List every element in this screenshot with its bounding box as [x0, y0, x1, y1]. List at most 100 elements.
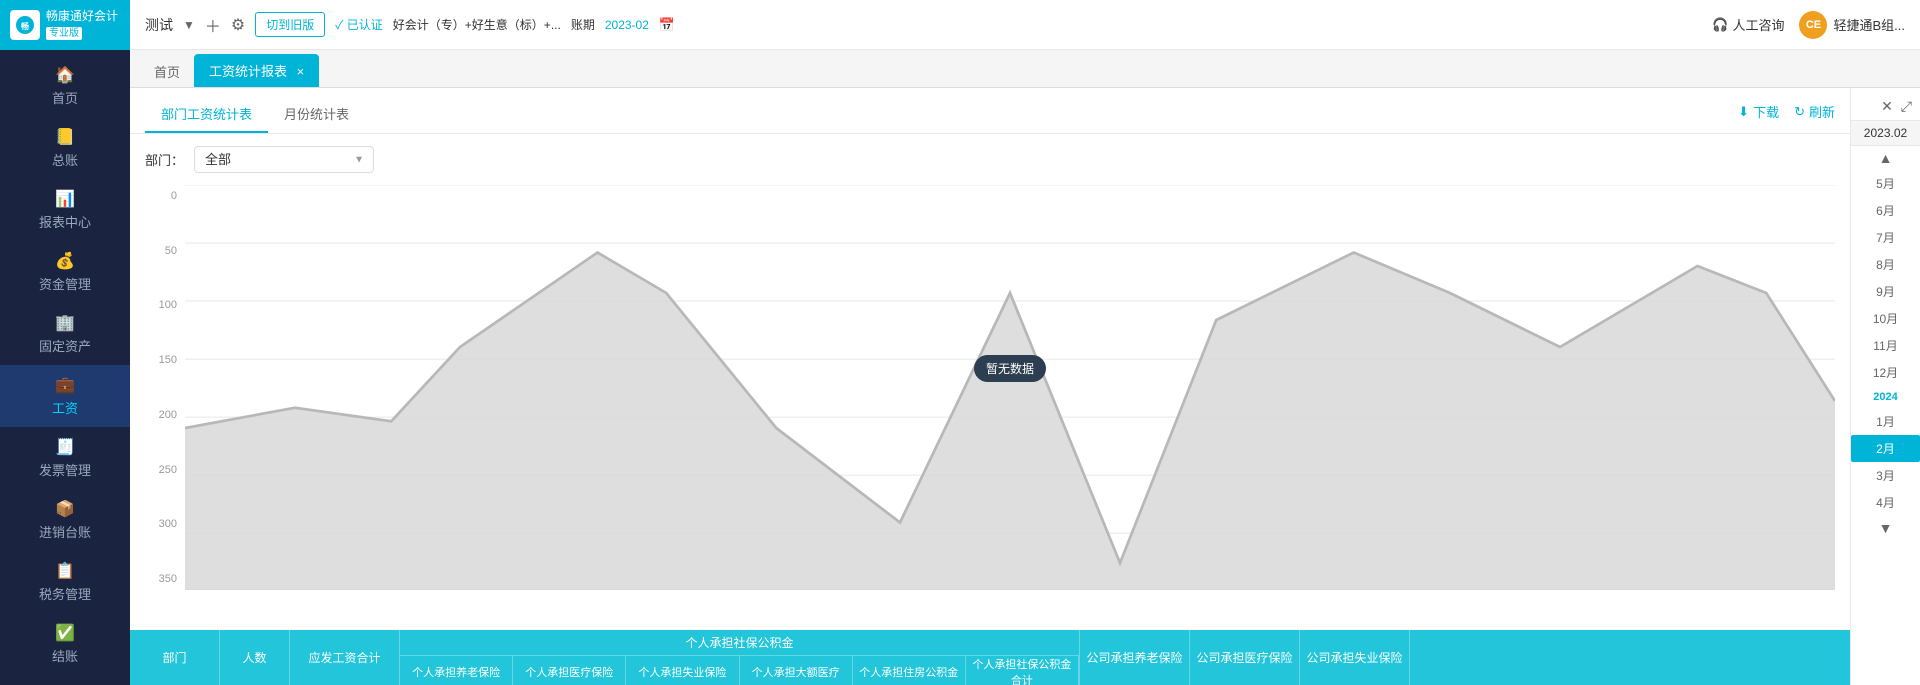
month-1-2024[interactable]: 1月 — [1851, 408, 1920, 435]
logo-text: 畅康通好会计 专业版 — [46, 9, 118, 40]
y-label-300: 300 — [145, 518, 185, 530]
dept-filter-wrap: 全部 销售部 财务部 技术部 — [194, 146, 374, 173]
logo-icon: 畅 — [10, 10, 40, 40]
calendar-icon[interactable]: 📅 — [659, 17, 675, 33]
group-items-personal: 个人承担养老保险 个人承担医疗保险 个人承担失业保险 个人承担大额医疗 个人承担 — [400, 656, 1079, 685]
y-label-250: 250 — [145, 464, 185, 476]
reports-icon: 📊 — [55, 189, 75, 209]
sidebar-item-ledger[interactable]: 📒 总账 — [0, 117, 130, 179]
month-8[interactable]: 8月 — [1851, 251, 1920, 278]
y-label-200: 200 — [145, 409, 185, 421]
y-label-150: 150 — [145, 354, 185, 366]
topbar: 测试 ▼ ＋ ⚙ 切到旧版 ✓ 已认证 好会计（专）+好生意（标）+... 账期… — [130, 0, 1920, 50]
nav-up-btn[interactable]: ▲ — [1851, 146, 1920, 170]
month-2-2024[interactable]: 2月 — [1851, 435, 1920, 462]
sales-icon: 📦 — [55, 499, 75, 519]
month-12[interactable]: 12月 — [1851, 359, 1920, 386]
download-icon: ⬇ — [1738, 104, 1749, 120]
month-5[interactable]: 5月 — [1851, 170, 1920, 197]
dept-filter-select[interactable]: 全部 销售部 财务部 技术部 — [194, 146, 374, 173]
sidebar-item-assets[interactable]: 🏢 固定资产 — [0, 303, 130, 365]
subtab-dept[interactable]: 部门工资统计表 — [145, 98, 268, 133]
col-company-medical: 公司承担医疗保险 — [1190, 630, 1300, 685]
avatar: CE — [1799, 11, 1827, 39]
y-label-0: 0 — [145, 190, 185, 202]
sidebar-item-checkout[interactable]: ✅ 结账 — [0, 613, 130, 675]
tab-salary-report[interactable]: 工资统计报表 × — [194, 54, 319, 87]
col-company-pension: 公司承担养老保险 — [1080, 630, 1190, 685]
chart-svg — [185, 185, 1835, 590]
subtab-bar: 部门工资统计表 月份统计表 ⬇ 下载 ↻ 刷新 — [130, 88, 1850, 134]
dept-filter-label: 部门： — [145, 150, 184, 169]
month-4-2024[interactable]: 4月 — [1851, 489, 1920, 516]
month-7[interactable]: 7月 — [1851, 224, 1920, 251]
y-label-100: 100 — [145, 299, 185, 311]
y-axis: 350 300 250 200 150 100 50 0 — [145, 185, 185, 590]
month-9[interactable]: 9月 — [1851, 278, 1920, 305]
col-unemployment: 个人承担失业保险 — [626, 656, 739, 685]
chart-svg-wrap: 暂无数据 — [185, 185, 1835, 590]
svg-text:畅: 畅 — [21, 21, 29, 31]
y-label-50: 50 — [145, 245, 185, 257]
sidebar-item-sales[interactable]: 📦 进销台账 — [0, 489, 130, 551]
settings-gear-icon[interactable]: ⚙ — [231, 15, 245, 35]
tab-home[interactable]: 首页 — [140, 56, 194, 87]
company-name: 测试 — [145, 15, 173, 35]
add-button[interactable]: ＋ — [205, 13, 221, 37]
panel-expand-btn[interactable]: ⤢ — [1901, 98, 1912, 115]
subtab-left: 部门工资统计表 月份统计表 — [145, 98, 365, 133]
col-dept: 部门 — [130, 630, 220, 685]
sidebar-item-tax[interactable]: 📋 税务管理 — [0, 551, 130, 613]
month-10[interactable]: 10月 — [1851, 305, 1920, 332]
table-footer: 部门 人数 应发工资合计 个人承担社保公积金 个人承担养老保险 个人承担医疗 — [130, 630, 1850, 685]
sidebar-logo: 畅 畅康通好会计 专业版 — [0, 0, 130, 50]
col-group-personal: 个人承担社保公积金 个人承担养老保险 个人承担医疗保险 个人承担失业保险 个人承… — [400, 630, 1080, 685]
sidebar-item-salary[interactable]: 💼 工资 — [0, 365, 130, 427]
right-panel: ✕ ⤢ 2023.02 ▲ 5月 6月 7月 8月 9月 10月 11月 12月… — [1850, 88, 1920, 685]
period-value: 2023-02 — [605, 18, 649, 32]
switch-old-btn[interactable]: 切到旧版 — [255, 12, 325, 37]
y-label-350: 350 — [145, 573, 185, 585]
month-6[interactable]: 6月 — [1851, 197, 1920, 224]
company-dropdown-icon[interactable]: ▼ — [183, 18, 195, 32]
filter-bar: 部门： 全部 销售部 财务部 技术部 — [130, 134, 1850, 185]
sidebar-item-home[interactable]: 🏠 首页 — [0, 55, 130, 117]
content-main: 部门工资统计表 月份统计表 ⬇ 下载 ↻ 刷新 — [130, 88, 1850, 685]
checkout-icon: ✅ — [55, 623, 75, 643]
sidebar-item-archive[interactable]: 🗂️ 归档管理 — [0, 675, 130, 685]
tax-icon: 📋 — [55, 561, 75, 581]
panel-nav: ▲ 5月 6月 7月 8月 9月 10月 11月 12月 2024 1月 2月 … — [1851, 146, 1920, 540]
help-btn[interactable]: 🎧 人工咨询 — [1712, 15, 1784, 34]
sidebar: 畅 畅康通好会计 专业版 🏠 首页 📒 总账 📊 报表中心 💰 资金管理 🏢 固… — [0, 0, 130, 685]
col-housing-fund: 个人承担住房公积金 — [853, 656, 966, 685]
finance-icon: 💰 — [55, 251, 75, 271]
subtab-actions: ⬇ 下载 ↻ 刷新 — [1738, 102, 1835, 129]
month-3-2024[interactable]: 3月 — [1851, 462, 1920, 489]
tab-close-btn[interactable]: × — [297, 64, 305, 79]
nav-down-btn[interactable]: ▼ — [1851, 516, 1920, 540]
sidebar-item-reports[interactable]: 📊 报表中心 — [0, 179, 130, 241]
col-medical: 个人承担医疗保险 — [513, 656, 626, 685]
panel-date: 2023.02 — [1851, 121, 1920, 146]
refresh-icon: ↻ — [1794, 104, 1805, 120]
headset-icon: 🎧 — [1712, 17, 1728, 33]
panel-close-bar: ✕ ⤢ — [1851, 93, 1920, 121]
user-menu[interactable]: CE 轻捷通B组... — [1799, 11, 1905, 39]
ledger-icon: 📒 — [55, 127, 75, 147]
period-label: 账期 — [571, 16, 595, 33]
sidebar-item-finance[interactable]: 💰 资金管理 — [0, 241, 130, 303]
col-company-unemployment: 公司承担失业保险 — [1300, 630, 1410, 685]
group-header-personal: 个人承担社保公积金 — [400, 630, 1079, 656]
sidebar-item-invoice[interactable]: 🧾 发票管理 — [0, 427, 130, 489]
chart-tooltip: 暂无数据 — [974, 355, 1046, 382]
home-icon: 🏠 — [55, 65, 75, 85]
month-11[interactable]: 11月 — [1851, 332, 1920, 359]
col-pension: 个人承担养老保险 — [400, 656, 513, 685]
sidebar-nav: 🏠 首页 📒 总账 📊 报表中心 💰 资金管理 🏢 固定资产 💼 工资 🧾 发票… — [0, 50, 130, 685]
refresh-btn[interactable]: ↻ 刷新 — [1794, 102, 1835, 121]
subtab-monthly[interactable]: 月份统计表 — [268, 98, 365, 133]
col-major-medical: 个人承担大额医疗 — [740, 656, 853, 685]
panel-close-btn[interactable]: ✕ — [1881, 98, 1893, 115]
download-btn[interactable]: ⬇ 下载 — [1738, 102, 1779, 121]
salary-icon: 💼 — [55, 375, 75, 395]
